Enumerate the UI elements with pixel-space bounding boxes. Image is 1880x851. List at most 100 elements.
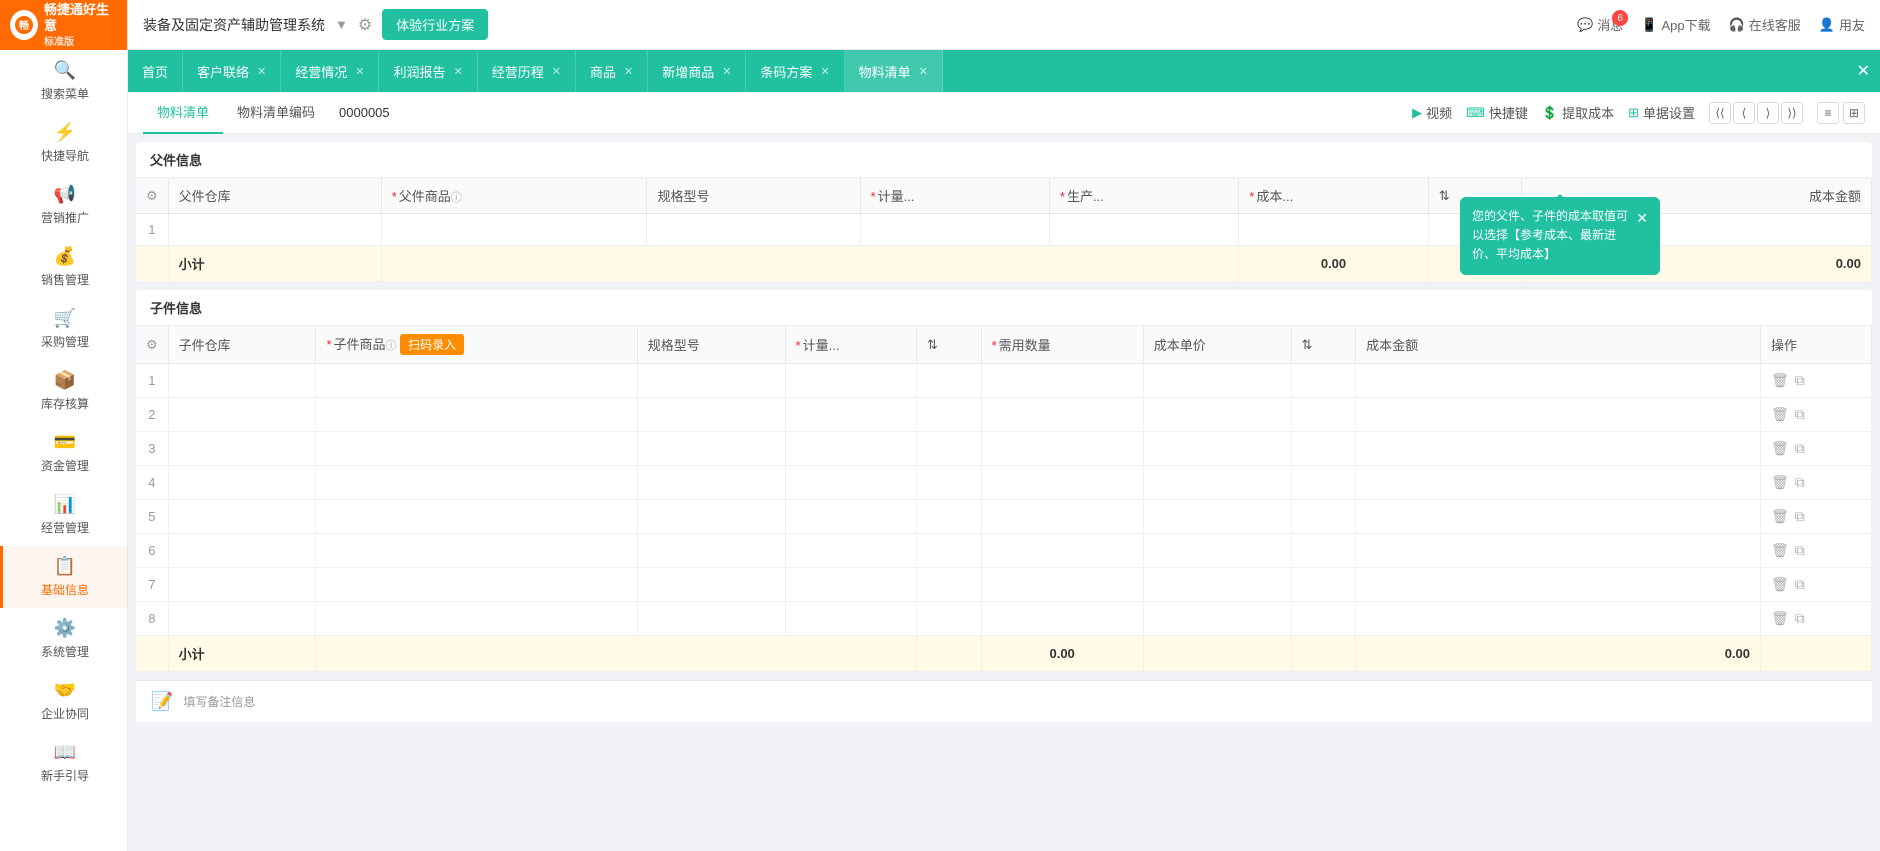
child-row-1-qty[interactable] (981, 364, 1143, 398)
sidebar-item-cooperation[interactable]: 🤝 企业协同 (0, 670, 127, 732)
child-row-8-unit[interactable] (785, 602, 916, 636)
sidebar-item-search[interactable]: 🔍 搜索菜单 (0, 50, 127, 112)
child-row-6-copy-icon[interactable]: ⧉ (1795, 542, 1805, 559)
child-row-4-qty[interactable] (981, 466, 1143, 500)
parent-row-1-production[interactable] (1049, 214, 1238, 246)
child-row-8-unit-cost[interactable] (1143, 602, 1291, 636)
child-row-4-unit-cost[interactable] (1143, 466, 1291, 500)
parent-col-settings[interactable]: ⚙ (136, 178, 168, 214)
child-row-5-delete-icon[interactable]: 🗑 (1771, 508, 1789, 525)
child-row-1-delete-icon[interactable]: 🗑 (1771, 372, 1789, 389)
child-row-1-warehouse[interactable] (168, 364, 316, 398)
tab-customer-close[interactable]: ✕ (257, 65, 266, 78)
child-row-7-warehouse[interactable] (168, 568, 316, 602)
child-row-6-unit[interactable] (785, 534, 916, 568)
tab-barcode-close[interactable]: ✕ (820, 65, 829, 78)
child-row-5-copy-icon[interactable]: ⧉ (1795, 508, 1805, 525)
child-row-5-spec[interactable] (637, 500, 785, 534)
child-row-8-warehouse[interactable] (168, 602, 316, 636)
child-row-5-qty[interactable] (981, 500, 1143, 534)
close-all-tabs[interactable]: ✕ (1847, 61, 1880, 81)
child-row-3-qty[interactable] (981, 432, 1143, 466)
parent-row-1-product[interactable] (381, 214, 647, 246)
tab-profit-close[interactable]: ✕ (454, 65, 463, 78)
child-row-4-warehouse[interactable] (168, 466, 316, 500)
sidebar-item-inventory[interactable]: 📦 库存核算 (0, 360, 127, 422)
child-row-4-unit[interactable] (785, 466, 916, 500)
tab-profit[interactable]: 利润报告 ✕ (379, 50, 477, 92)
settings-icon[interactable]: ⚙ (358, 15, 372, 35)
child-row-4-spec[interactable] (637, 466, 785, 500)
child-row-2-spec[interactable] (637, 398, 785, 432)
child-row-6-product[interactable] (316, 534, 637, 568)
tab-history-close[interactable]: ✕ (552, 65, 561, 78)
child-row-8-delete-icon[interactable]: 🗑 (1771, 610, 1789, 627)
parent-row-1-warehouse[interactable] (168, 214, 381, 246)
sidebar-item-purchase[interactable]: 🛒 采购管理 (0, 298, 127, 360)
app-download-item[interactable]: 📱 App下载 (1641, 15, 1710, 34)
tab-new-goods[interactable]: 新增商品 ✕ (648, 50, 746, 92)
child-row-7-delete-icon[interactable]: 🗑 (1771, 576, 1789, 593)
child-row-6-unit-cost[interactable] (1143, 534, 1291, 568)
child-row-1-product[interactable] (316, 364, 637, 398)
sidebar-item-system[interactable]: ⚙️ 系统管理 (0, 608, 127, 670)
child-row-7-copy-icon[interactable]: ⧉ (1795, 576, 1805, 593)
child-row-7-spec[interactable] (637, 568, 785, 602)
child-row-7-qty[interactable] (981, 568, 1143, 602)
child-row-3-copy-icon[interactable]: ⧉ (1795, 440, 1805, 457)
tab-customer[interactable]: 客户联络 ✕ (183, 50, 281, 92)
child-row-2-warehouse[interactable] (168, 398, 316, 432)
nav-next[interactable]: ⟩ (1757, 102, 1779, 124)
child-row-6-spec[interactable] (637, 534, 785, 568)
tab-new-goods-close[interactable]: ✕ (722, 65, 731, 78)
child-row-6-warehouse[interactable] (168, 534, 316, 568)
list-view-btn[interactable]: ≡ (1817, 102, 1839, 124)
child-col-settings[interactable]: ⚙ (136, 326, 168, 364)
child-row-3-unit-cost[interactable] (1143, 432, 1291, 466)
child-row-8-copy-icon[interactable]: ⧉ (1795, 610, 1805, 627)
child-row-2-product[interactable] (316, 398, 637, 432)
inner-tab-bom[interactable]: 物料清单 (143, 92, 223, 134)
child-row-2-unit[interactable] (785, 398, 916, 432)
child-row-3-delete-icon[interactable]: 🗑 (1771, 440, 1789, 457)
tab-bom-close[interactable]: ✕ (919, 65, 928, 78)
child-row-2-unit-cost[interactable] (1143, 398, 1291, 432)
child-row-3-unit[interactable] (785, 432, 916, 466)
note-hint[interactable]: 填写备注信息 (183, 693, 255, 710)
tab-operation-status-close[interactable]: ✕ (355, 65, 364, 78)
tooltip-close-btn[interactable]: ✕ (1636, 207, 1648, 229)
parent-row-1-unit[interactable] (860, 214, 1049, 246)
sidebar-item-operation[interactable]: 📊 经营管理 (0, 484, 127, 546)
child-row-6-qty[interactable] (981, 534, 1143, 568)
online-service-item[interactable]: 🎧 在线客服 (1729, 15, 1801, 34)
child-row-7-unit-cost[interactable] (1143, 568, 1291, 602)
grid-view-btn[interactable]: ⊞ (1843, 102, 1865, 124)
child-row-3-warehouse[interactable] (168, 432, 316, 466)
inner-tab-bom-code[interactable]: 物料清单编码 (223, 92, 329, 134)
child-row-2-copy-icon[interactable]: ⧉ (1795, 406, 1805, 423)
child-row-3-product[interactable] (316, 432, 637, 466)
user-item[interactable]: 👤 用友 (1819, 15, 1865, 34)
child-row-2-qty[interactable] (981, 398, 1143, 432)
child-row-2-delete-icon[interactable]: 🗑 (1771, 406, 1789, 423)
video-btn[interactable]: ▶ 视频 (1412, 103, 1452, 122)
child-row-8-spec[interactable] (637, 602, 785, 636)
sidebar-item-quick-nav[interactable]: ⚡ 快捷导航 (0, 112, 127, 174)
tab-home[interactable]: 首页 (128, 50, 183, 92)
child-row-4-product[interactable] (316, 466, 637, 500)
message-item[interactable]: 💬 消息 6 (1577, 15, 1623, 34)
cost-btn[interactable]: 💲 提取成本 (1542, 103, 1614, 122)
parent-row-1-spec[interactable] (647, 214, 860, 246)
child-row-6-delete-icon[interactable]: 🗑 (1771, 542, 1789, 559)
sidebar-item-basic[interactable]: 📋 基础信息 (0, 546, 127, 608)
child-row-1-unit-cost[interactable] (1143, 364, 1291, 398)
child-row-7-product[interactable] (316, 568, 637, 602)
tab-history[interactable]: 经营历程 ✕ (478, 50, 576, 92)
child-row-4-delete-icon[interactable]: 🗑 (1771, 474, 1789, 491)
child-row-8-qty[interactable] (981, 602, 1143, 636)
nav-prev[interactable]: ⟨ (1733, 102, 1755, 124)
sidebar-item-marketing[interactable]: 📢 营销推广 (0, 174, 127, 236)
child-row-8-product[interactable] (316, 602, 637, 636)
nav-next-next[interactable]: ⟩⟩ (1781, 102, 1803, 124)
tab-barcode[interactable]: 条码方案 ✕ (746, 50, 844, 92)
